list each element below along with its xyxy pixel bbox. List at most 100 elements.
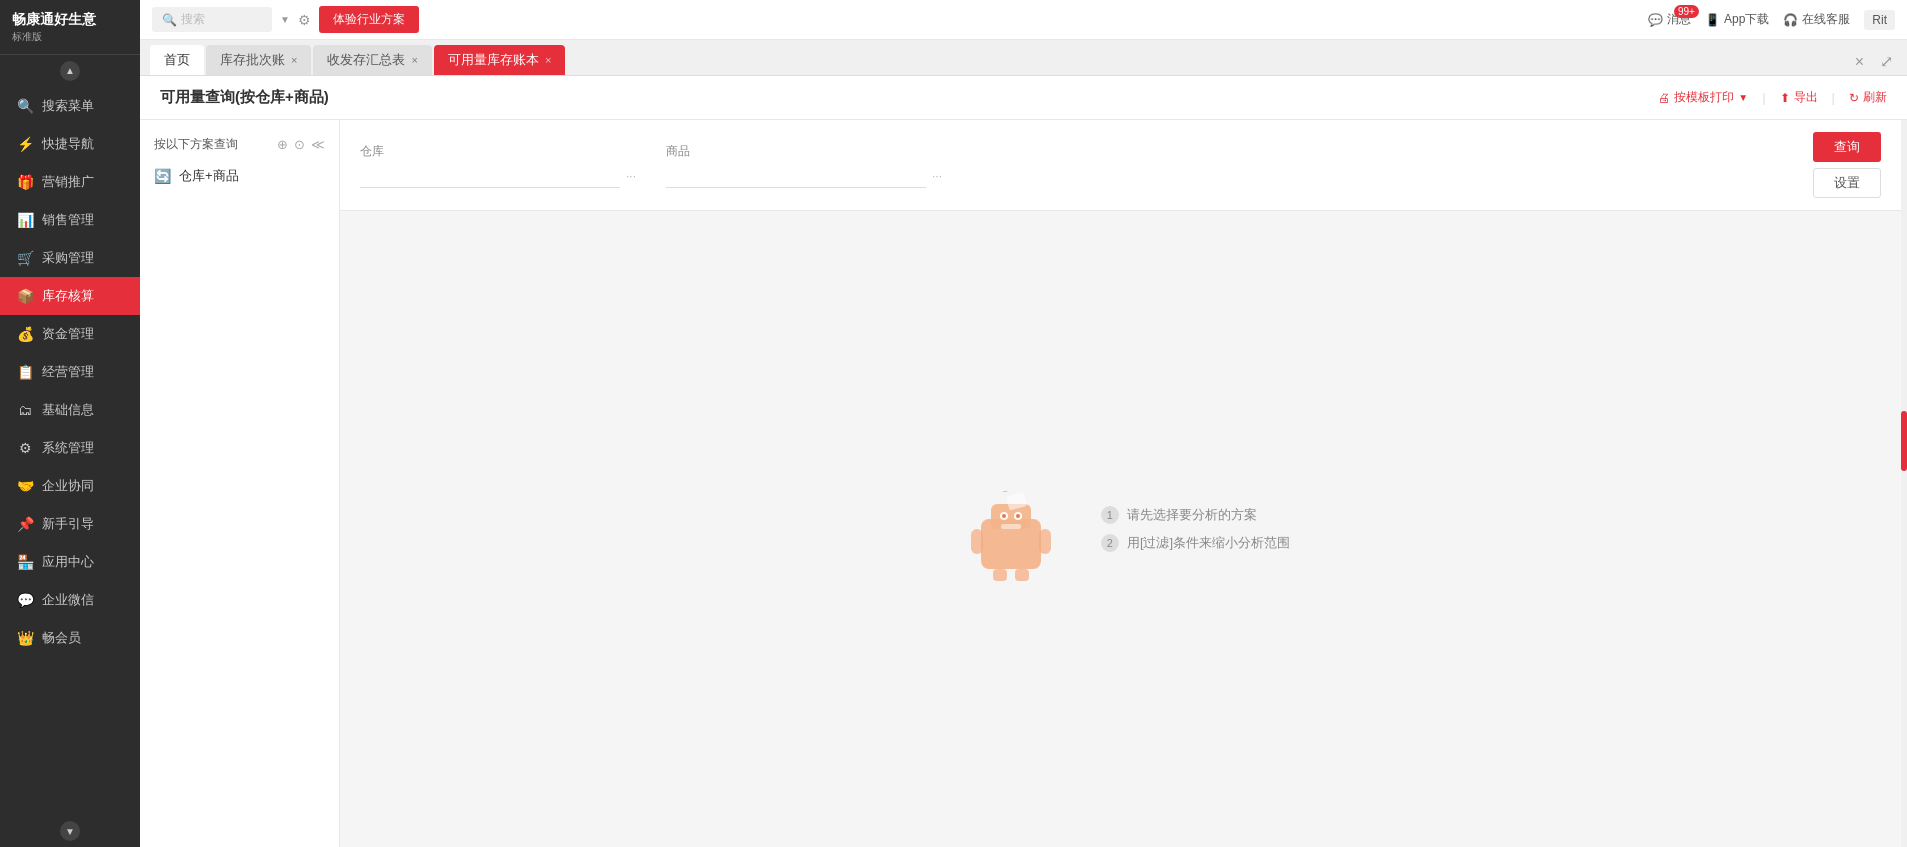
settings-button[interactable]: 设置 — [1813, 168, 1881, 198]
tab-available[interactable]: 可用量库存账本 × — [434, 45, 565, 75]
svg-text:~: ~ — [1001, 486, 1008, 497]
filter-header-label: 按以下方案查询 — [154, 136, 238, 153]
sidebar-item-label: 库存核算 — [42, 287, 94, 305]
settings-filter-icon[interactable]: ⊙ — [294, 137, 305, 152]
svg-rect-10 — [1015, 569, 1029, 581]
tab-home[interactable]: 首页 — [150, 45, 204, 75]
tip-text-2: 用[过滤]条件来缩小分析范围 — [1127, 534, 1290, 552]
sidebar: 畅康通好生意 标准版 ▲ 🔍 搜索菜单 ⚡ 快捷导航 🎁 营销推广 📊 销售管理… — [0, 0, 140, 847]
product-input[interactable] — [666, 164, 926, 188]
collapse-filter-icon[interactable]: ≪ — [311, 137, 325, 152]
right-scrollbar[interactable] — [1901, 120, 1907, 847]
message-badge: 99+ — [1674, 5, 1699, 18]
search-icon: 🔍 — [16, 98, 34, 114]
add-filter-icon[interactable]: ⊕ — [277, 137, 288, 152]
tab-close-button[interactable]: × — [1851, 49, 1868, 75]
sidebar-item-label: 企业微信 — [42, 591, 94, 609]
topbar: 🔍 搜索 ▼ ⚙ 体验行业方案 💬 消息 99+ 📱 App下载 🎧 在线客服 … — [140, 0, 1907, 40]
sidebar-item-label: 销售管理 — [42, 211, 94, 229]
svg-point-4 — [1002, 514, 1006, 518]
print-label: 按模板打印 — [1674, 89, 1734, 106]
tab-available-label: 可用量库存账本 — [448, 51, 539, 69]
warehouse-input[interactable] — [360, 164, 620, 188]
sidebar-item-label: 新手引导 — [42, 515, 94, 533]
sidebar-item-label: 系统管理 — [42, 439, 94, 457]
sidebar-item-finance[interactable]: 💰 资金管理 — [0, 315, 140, 353]
query-fields: 仓库 ··· 商品 ··· 查询 设置 — [340, 120, 1901, 211]
online-service-button[interactable]: 🎧 在线客服 — [1783, 11, 1850, 28]
divider-2: | — [1832, 90, 1835, 105]
sidebar-item-vip[interactable]: 👑 畅会员 — [0, 619, 140, 657]
filter-icons: ⊕ ⊙ ≪ — [277, 137, 325, 152]
sidebar-item-inventory[interactable]: 📦 库存核算 — [0, 277, 140, 315]
box-icon: 📦 — [16, 288, 34, 304]
user-menu-button[interactable]: Rit — [1864, 10, 1895, 30]
message-button[interactable]: 💬 消息 99+ — [1648, 11, 1691, 28]
search-icon: 🔍 — [162, 13, 177, 27]
search-text: 搜索 — [181, 11, 205, 28]
money-icon: 💰 — [16, 326, 34, 342]
sidebar-item-basic[interactable]: 🗂 基础信息 — [0, 391, 140, 429]
print-icon: 🖨 — [1658, 91, 1670, 105]
sidebar-item-sales[interactable]: 📊 销售管理 — [0, 201, 140, 239]
filter-item-warehouse-product[interactable]: 🔄 仓库+商品 — [140, 159, 339, 193]
sidebar-item-newbie[interactable]: 📌 新手引导 — [0, 505, 140, 543]
topbar-search[interactable]: 🔍 搜索 — [152, 7, 272, 32]
scrollbar-thumb[interactable] — [1901, 411, 1907, 471]
empty-state: ~ 1 请先选择要分析的方案 2 用[过滤]条件来缩小分析范围 — [340, 211, 1901, 847]
lightning-icon: ⚡ — [16, 136, 34, 152]
folder-icon: 🗂 — [16, 402, 34, 418]
sidebar-item-label: 基础信息 — [42, 401, 94, 419]
sidebar-item-wechat[interactable]: 💬 企业微信 — [0, 581, 140, 619]
crown-icon: 👑 — [16, 630, 34, 646]
tab-batch[interactable]: 库存批次账 × — [206, 45, 311, 75]
warehouse-input-row: ··· — [360, 164, 636, 188]
sidebar-item-search[interactable]: 🔍 搜索菜单 — [0, 87, 140, 125]
tabs-bar: 首页 库存批次账 × 收发存汇总表 × 可用量库存账本 × × ⤢ — [140, 40, 1907, 76]
svg-rect-8 — [1039, 529, 1051, 554]
tab-batch-close-icon[interactable]: × — [291, 54, 297, 66]
sidebar-item-appstore[interactable]: 🏪 应用中心 — [0, 543, 140, 581]
pin-icon: 📌 — [16, 516, 34, 532]
sidebar-scroll-up[interactable]: ▲ — [60, 61, 80, 81]
sidebar-item-label: 企业协同 — [42, 477, 94, 495]
chevron-down-icon[interactable]: ▼ — [280, 14, 290, 25]
warehouse-product-icon: 🔄 — [154, 168, 171, 184]
sidebar-item-enterprise[interactable]: 🤝 企业协同 — [0, 467, 140, 505]
warehouse-more-icon[interactable]: ··· — [626, 169, 636, 183]
query-button[interactable]: 查询 — [1813, 132, 1881, 162]
print-button[interactable]: 🖨 按模板打印 ▼ — [1658, 89, 1748, 106]
sidebar-item-label: 资金管理 — [42, 325, 94, 343]
sidebar-item-system[interactable]: ⚙ 系统管理 — [0, 429, 140, 467]
sidebar-item-shortcut[interactable]: ⚡ 快捷导航 — [0, 125, 140, 163]
sidebar-scroll-down[interactable]: ▼ — [60, 821, 80, 841]
trial-industry-button[interactable]: 体验行业方案 — [319, 6, 419, 33]
sidebar-nav: 🔍 搜索菜单 ⚡ 快捷导航 🎁 营销推广 📊 销售管理 🛒 采购管理 📦 库存核… — [0, 87, 140, 815]
product-more-icon[interactable]: ··· — [932, 169, 942, 183]
tab-available-close-icon[interactable]: × — [545, 54, 551, 66]
sidebar-item-label: 采购管理 — [42, 249, 94, 267]
empty-illustration: ~ — [951, 469, 1071, 589]
export-button[interactable]: ⬆ 导出 — [1780, 89, 1818, 106]
warehouse-label: 仓库 — [360, 143, 636, 160]
phone-icon: 📱 — [1705, 13, 1720, 27]
refresh-icon: ↻ — [1849, 91, 1859, 105]
tab-summary-close-icon[interactable]: × — [411, 54, 417, 66]
app-download-button[interactable]: 📱 App下载 — [1705, 11, 1769, 28]
settings-icon[interactable]: ⚙ — [298, 12, 311, 28]
sidebar-item-marketing[interactable]: 🎁 营销推广 — [0, 163, 140, 201]
app-name: 畅康通好生意 — [12, 10, 128, 30]
tab-expand-button[interactable]: ⤢ — [1876, 48, 1897, 75]
sidebar-item-purchase[interactable]: 🛒 采购管理 — [0, 239, 140, 277]
wechat-icon: 💬 — [16, 592, 34, 608]
export-icon: ⬆ — [1780, 91, 1790, 105]
empty-tip-2: 2 用[过滤]条件来缩小分析范围 — [1101, 534, 1290, 552]
sidebar-item-operation[interactable]: 📋 经营管理 — [0, 353, 140, 391]
refresh-button[interactable]: ↻ 刷新 — [1849, 89, 1887, 106]
tab-summary[interactable]: 收发存汇总表 × — [313, 45, 431, 75]
content-area: 按以下方案查询 ⊕ ⊙ ≪ 🔄 仓库+商品 仓库 ··· — [140, 120, 1907, 847]
sidebar-item-label: 经营管理 — [42, 363, 94, 381]
handshake-icon: 🤝 — [16, 478, 34, 494]
store-icon: 🏪 — [16, 554, 34, 570]
filter-item-label: 仓库+商品 — [179, 167, 239, 185]
